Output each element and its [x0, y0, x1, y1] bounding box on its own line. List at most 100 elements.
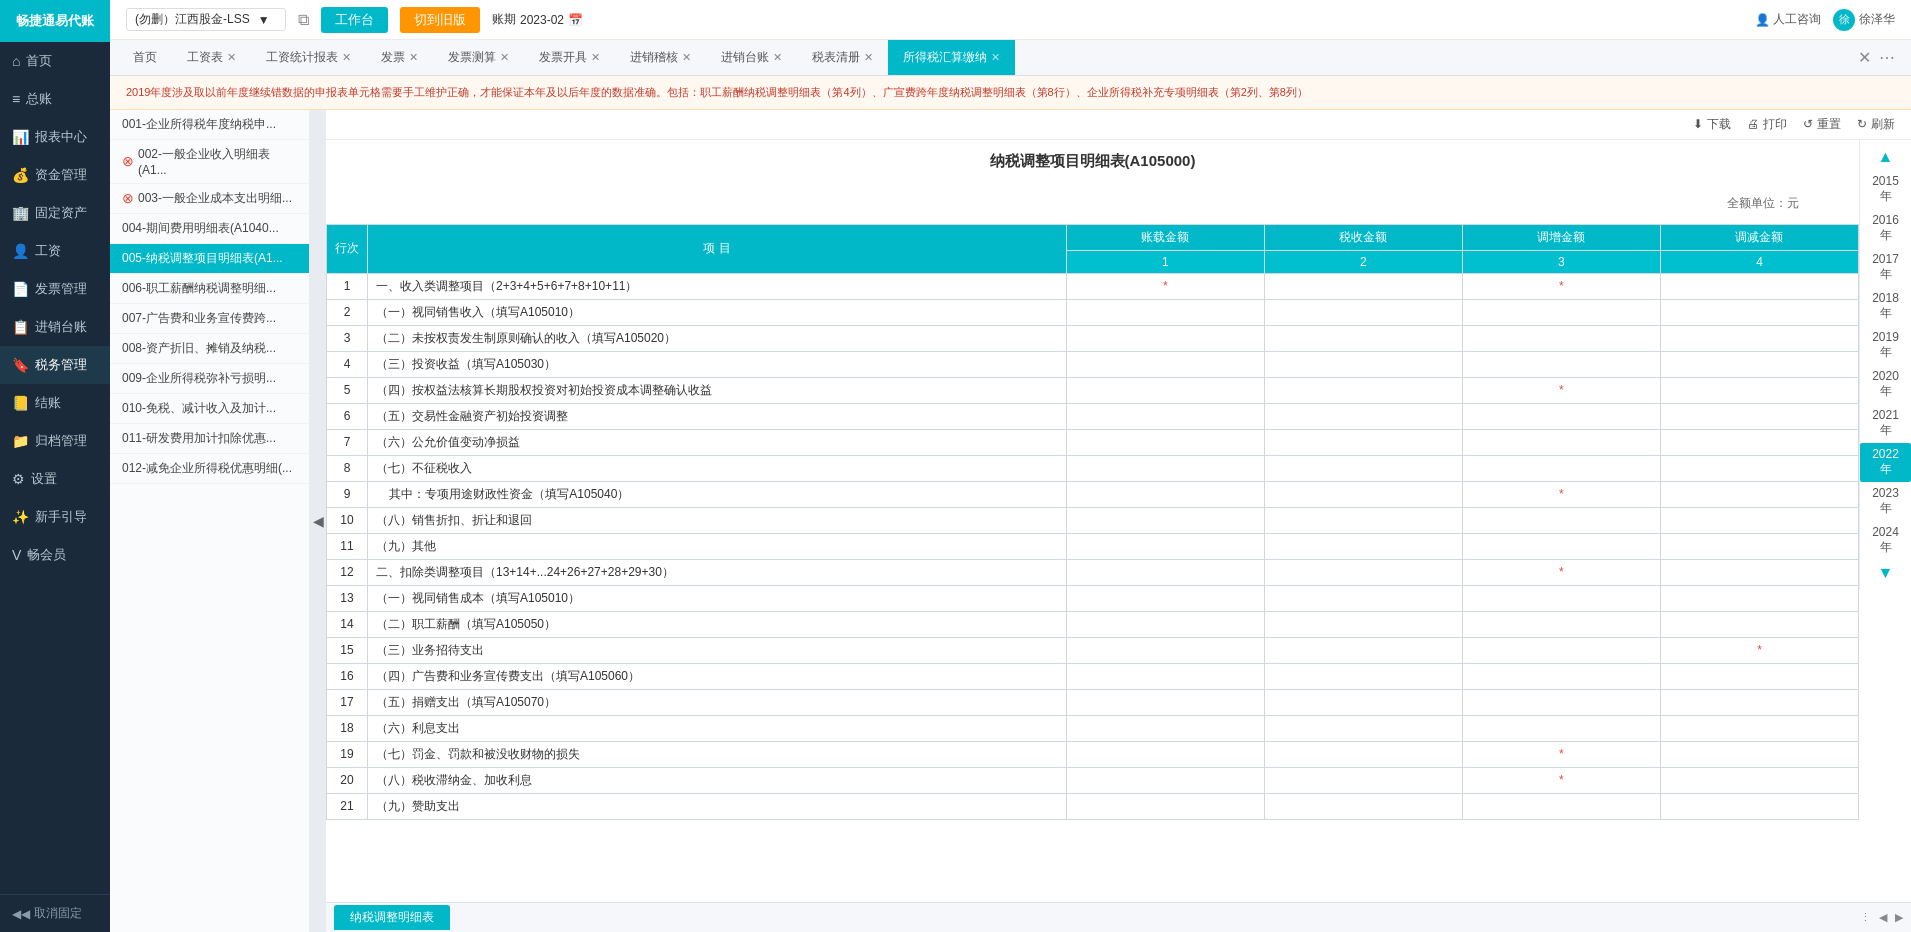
sidebar-item-inout[interactable]: 📋 进销台账 — [0, 308, 110, 346]
cell-col1-r21[interactable] — [1066, 663, 1264, 689]
tab-invoice[interactable]: 发票 ✕ — [366, 40, 433, 76]
sidebar-item-payroll[interactable]: 👤 工资 — [0, 232, 110, 270]
cell-col1-r17[interactable] — [1066, 559, 1264, 585]
cell-col1-r15[interactable] — [1066, 507, 1264, 533]
cell-col3-r26[interactable] — [1462, 793, 1660, 819]
sidebar-item-settings[interactable]: ⚙ 设置 — [0, 460, 110, 498]
sidebar-item-home[interactable]: ⌂ 首页 — [0, 42, 110, 80]
year-nav-up[interactable]: ▲ — [1874, 144, 1898, 170]
cell-col4-r19[interactable] — [1660, 611, 1858, 637]
sidebar-item-invoice-mgmt[interactable]: 📄 发票管理 — [0, 270, 110, 308]
user-service[interactable]: 👤 人工咨询 — [1755, 11, 1821, 28]
cell-col2-r15[interactable] — [1264, 507, 1462, 533]
cell-col4-r23[interactable] — [1660, 715, 1858, 741]
year-2020[interactable]: 2020年 — [1860, 365, 1911, 404]
nav-item-001[interactable]: 001-企业所得税年度纳税申... — [110, 110, 309, 140]
cell-col4-r11[interactable] — [1660, 403, 1858, 429]
cell-col3-r8[interactable] — [1462, 325, 1660, 351]
cell-col1-r16[interactable] — [1066, 533, 1264, 559]
sidebar-item-reports[interactable]: 📊 报表中心 — [0, 118, 110, 156]
year-2016[interactable]: 2016年 — [1860, 209, 1911, 248]
sidebar-item-ledger[interactable]: ≡ 总账 — [0, 80, 110, 118]
scroll-left[interactable]: ◀ — [1879, 911, 1887, 924]
cell-col2-r17[interactable] — [1264, 559, 1462, 585]
cell-col4-r15[interactable] — [1660, 507, 1858, 533]
nav-item-007[interactable]: 007-广告费和业务宣传费跨... — [110, 304, 309, 334]
cell-col2-r9[interactable] — [1264, 351, 1462, 377]
cell-col4-r20[interactable]: * — [1660, 637, 1858, 663]
sidebar-item-closing[interactable]: 📒 结账 — [0, 384, 110, 422]
cell-col3-r15[interactable] — [1462, 507, 1660, 533]
cell-col2-r11[interactable] — [1264, 403, 1462, 429]
cell-col3-r19[interactable] — [1462, 611, 1660, 637]
tab-close-all[interactable]: ✕ — [1858, 48, 1871, 67]
tab-payroll-stats-close[interactable]: ✕ — [342, 51, 351, 64]
cell-col2-r7[interactable] — [1264, 299, 1462, 325]
cell-col3-r21[interactable] — [1462, 663, 1660, 689]
cell-col3-r22[interactable] — [1462, 689, 1660, 715]
cell-col1-r12[interactable] — [1066, 429, 1264, 455]
cell-col3-r24[interactable]: * — [1462, 741, 1660, 767]
back-button[interactable]: 切到旧版 — [400, 7, 480, 33]
cell-col2-r20[interactable] — [1264, 637, 1462, 663]
cell-col2-r24[interactable] — [1264, 741, 1462, 767]
tab-income-tax-close[interactable]: ✕ — [991, 51, 1000, 64]
cell-col3-r6[interactable]: * — [1462, 273, 1660, 299]
tab-invoice-issue[interactable]: 发票开具 ✕ — [524, 40, 615, 76]
nav-item-005[interactable]: 005-纳税调整项目明细表(A1... — [110, 244, 309, 274]
download-button[interactable]: ⬇ 下载 — [1693, 116, 1731, 133]
cell-col3-r20[interactable] — [1462, 637, 1660, 663]
cell-col1-r13[interactable] — [1066, 455, 1264, 481]
cell-col1-r23[interactable] — [1066, 715, 1264, 741]
cell-col1-r9[interactable] — [1066, 351, 1264, 377]
cell-col3-r25[interactable]: * — [1462, 767, 1660, 793]
cell-col2-r25[interactable] — [1264, 767, 1462, 793]
cell-col4-r18[interactable] — [1660, 585, 1858, 611]
year-2015[interactable]: 2015年 — [1860, 170, 1911, 209]
scroll-right[interactable]: ▶ — [1895, 911, 1903, 924]
cell-col2-r16[interactable] — [1264, 533, 1462, 559]
cell-col2-r13[interactable] — [1264, 455, 1462, 481]
tab-inout-check-close[interactable]: ✕ — [682, 51, 691, 64]
sidebar-item-archive[interactable]: 📁 归档管理 — [0, 422, 110, 460]
nav-item-009[interactable]: 009-企业所得税弥补亏损明... — [110, 364, 309, 394]
cell-col1-r22[interactable] — [1066, 689, 1264, 715]
cell-col2-r21[interactable] — [1264, 663, 1462, 689]
tab-invoice-calc-close[interactable]: ✕ — [500, 51, 509, 64]
cell-col1-r25[interactable] — [1066, 767, 1264, 793]
tab-more[interactable]: ⋯ — [1879, 48, 1895, 67]
cell-col1-r20[interactable] — [1066, 637, 1264, 663]
cell-col3-r17[interactable]: * — [1462, 559, 1660, 585]
copy-icon[interactable]: ⧉ — [298, 11, 309, 29]
year-2017[interactable]: 2017年 — [1860, 248, 1911, 287]
cell-col3-r13[interactable] — [1462, 455, 1660, 481]
year-2021[interactable]: 2021年 — [1860, 404, 1911, 443]
nav-item-002[interactable]: ⊗ 002-一般企业收入明细表(A1... — [110, 140, 309, 184]
tab-invoice-issue-close[interactable]: ✕ — [591, 51, 600, 64]
cell-col4-r21[interactable] — [1660, 663, 1858, 689]
cell-col3-r23[interactable] — [1462, 715, 1660, 741]
tab-payroll-stats[interactable]: 工资统计报表 ✕ — [251, 40, 366, 76]
cell-col3-r11[interactable] — [1462, 403, 1660, 429]
nav-item-006[interactable]: 006-职工薪酬纳税调整明细... — [110, 274, 309, 304]
cell-col2-r12[interactable] — [1264, 429, 1462, 455]
cell-col2-r23[interactable] — [1264, 715, 1462, 741]
tab-inout-check[interactable]: 进销稽核 ✕ — [615, 40, 706, 76]
cell-col2-r19[interactable] — [1264, 611, 1462, 637]
cell-col3-r9[interactable] — [1462, 351, 1660, 377]
cell-col2-r6[interactable] — [1264, 273, 1462, 299]
cell-col2-r14[interactable] — [1264, 481, 1462, 507]
year-2024[interactable]: 2024年 — [1860, 521, 1911, 560]
cell-col2-r26[interactable] — [1264, 793, 1462, 819]
nav-item-003[interactable]: ⊗ 003-一般企业成本支出明细... — [110, 184, 309, 214]
sidebar-item-member[interactable]: V 畅会员 — [0, 536, 110, 574]
calendar-icon[interactable]: 📅 — [568, 13, 583, 27]
tab-inout-ledger-close[interactable]: ✕ — [773, 51, 782, 64]
nav-item-008[interactable]: 008-资产折旧、摊销及纳税... — [110, 334, 309, 364]
cell-col1-r10[interactable] — [1066, 377, 1264, 403]
cell-col4-r9[interactable] — [1660, 351, 1858, 377]
cell-col2-r22[interactable] — [1264, 689, 1462, 715]
cell-col4-r7[interactable] — [1660, 299, 1858, 325]
cell-col3-r12[interactable] — [1462, 429, 1660, 455]
sidebar-item-funds[interactable]: 💰 资金管理 — [0, 156, 110, 194]
